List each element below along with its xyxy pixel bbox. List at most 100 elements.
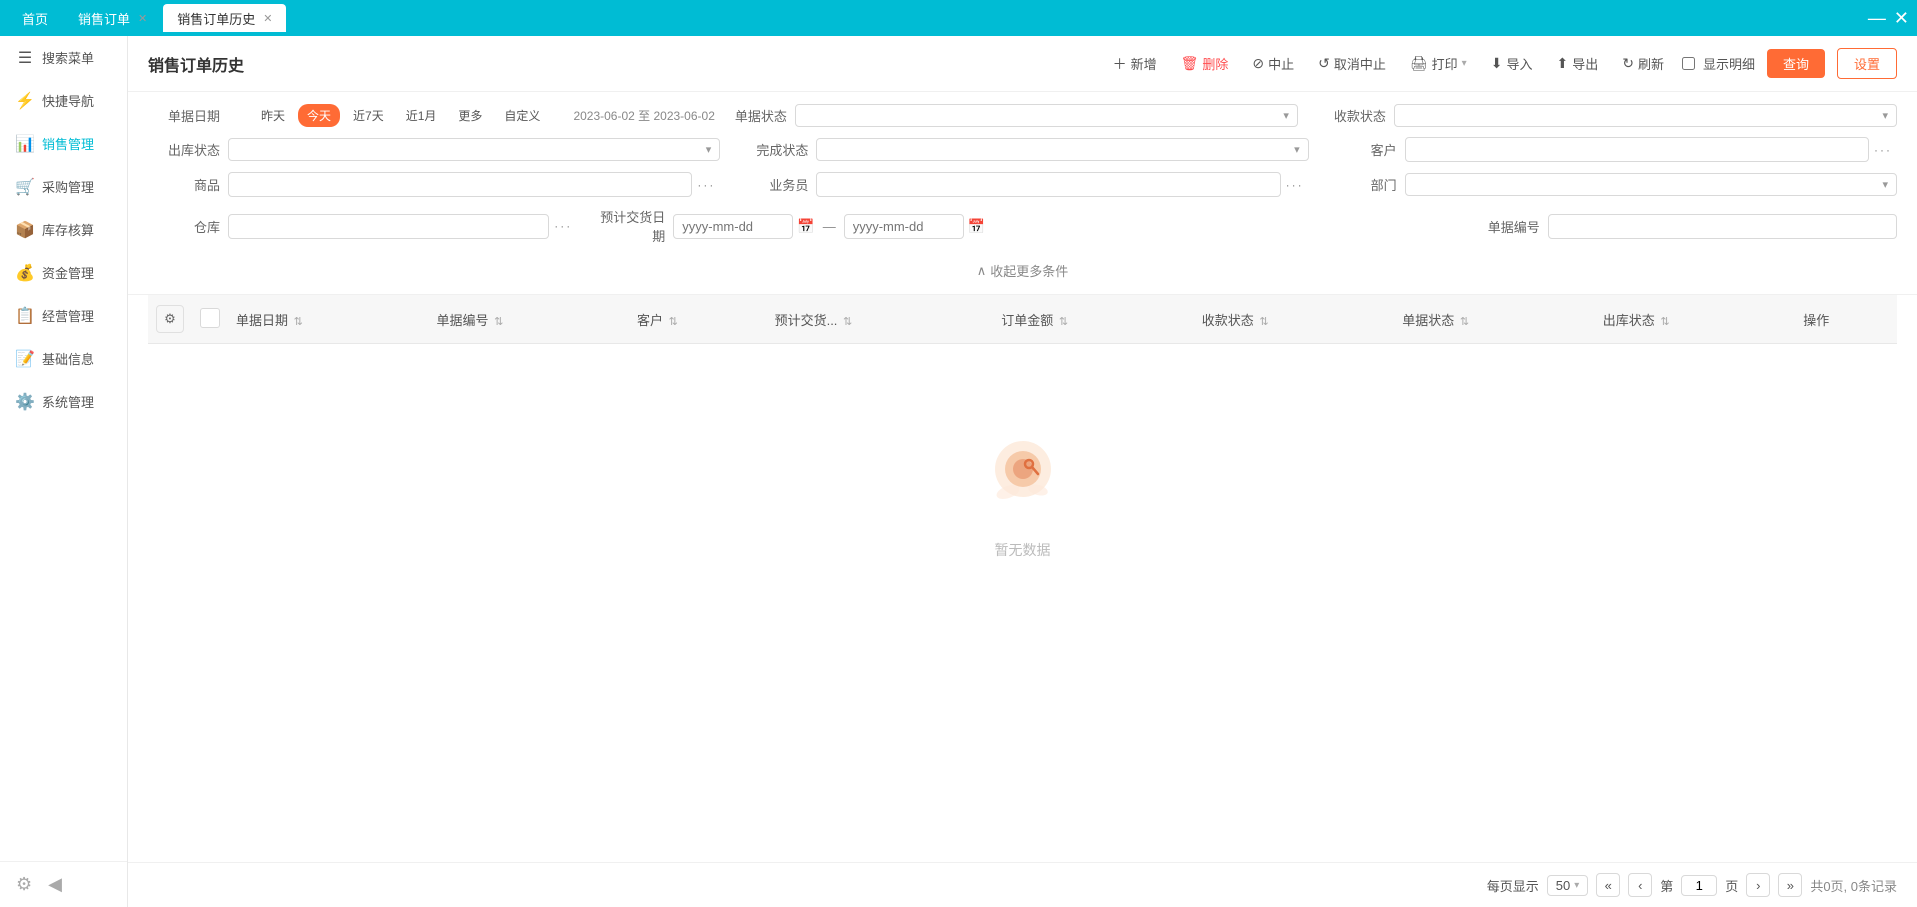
payment-status-select[interactable]: ▾ (1394, 104, 1897, 127)
th-bill-date[interactable]: 单据日期 ⇅ (228, 295, 429, 344)
th-stock-out-status[interactable]: 出库状态 ⇅ (1595, 295, 1796, 344)
import-icon: ⬇ (1491, 55, 1503, 72)
export-button[interactable]: ⬆ 导出 (1550, 50, 1604, 77)
import-button[interactable]: ⬇ 导入 (1485, 50, 1539, 77)
complete-status-label: 完成状态 (736, 140, 816, 159)
salesman-more-btn[interactable]: ··· (1281, 175, 1309, 195)
sidebar: ☰ 搜索菜单 ⚡ 快捷导航 📊 销售管理 🛒 采购管理 📦 库存核算 💰 资金管… (0, 36, 128, 907)
customer-input-wrap: ··· (1405, 137, 1897, 162)
select-all-checkbox[interactable] (200, 308, 220, 328)
date-custom-btn[interactable]: 自定义 (495, 104, 549, 127)
th-order-amount[interactable]: 订单金额 ⇅ (993, 295, 1194, 344)
date-last1m-btn[interactable]: 近1月 (397, 104, 446, 127)
date-yesterday-btn[interactable]: 昨天 (252, 104, 294, 127)
sidebar-item-search-menu[interactable]: ☰ 搜索菜单 (0, 36, 127, 79)
tab-home[interactable]: 首页 (8, 4, 62, 32)
sidebar-item-sales-mgmt[interactable]: 📊 销售管理 (0, 122, 127, 165)
query-button[interactable]: 查询 (1767, 49, 1825, 78)
sidebar-item-purchase-mgmt[interactable]: 🛒 采购管理 (0, 165, 127, 208)
expected-date-end[interactable] (844, 214, 964, 239)
sidebar-item-basic-info[interactable]: 📝 基础信息 (0, 337, 127, 380)
th-payment-status[interactable]: 收款状态 ⇅ (1194, 295, 1395, 344)
print-button[interactable]: 🖨 打印 ▾ (1404, 50, 1473, 77)
stop-button[interactable]: ⊘ 中止 (1246, 50, 1300, 77)
settings-button[interactable]: 设置 (1837, 48, 1897, 79)
table-settings-icon[interactable]: ⚙ (156, 305, 184, 333)
cancel-stop-button[interactable]: ↺ 取消中止 (1312, 50, 1392, 77)
next-page-button[interactable]: › (1746, 873, 1770, 897)
window-controls: — ✕ (1868, 8, 1909, 29)
bill-status-select[interactable]: ▾ (795, 104, 1298, 127)
sidebar-item-inventory-calc[interactable]: 📦 库存核算 (0, 208, 127, 251)
calendar-start-icon[interactable]: 📅 (797, 218, 814, 235)
expected-date-start[interactable] (673, 214, 793, 239)
tab-sales-order-history[interactable]: 销售订单历史 ✕ (163, 4, 286, 32)
sidebar-item-ops-mgmt[interactable]: 📋 经营管理 (0, 294, 127, 337)
warehouse-section: 仓库 ··· (148, 214, 577, 239)
bill-number-input[interactable] (1548, 214, 1897, 239)
sidebar-item-system-mgmt[interactable]: ⚙️ 系统管理 (0, 380, 127, 423)
warehouse-more-btn[interactable]: ··· (549, 216, 577, 236)
cancel-stop-icon: ↺ (1318, 55, 1330, 72)
search-menu-icon: ☰ (16, 49, 34, 67)
th-bill-status[interactable]: 单据状态 ⇅ (1394, 295, 1595, 344)
tab-sales-order[interactable]: 销售订单 ✕ (64, 4, 161, 32)
page-number-input[interactable] (1681, 875, 1717, 896)
display-cols-checkbox[interactable]: 显示明细 (1682, 54, 1755, 73)
date-more-btn[interactable]: 更多 (449, 104, 491, 127)
calendar-end-icon[interactable]: 📅 (968, 218, 985, 235)
th-customer[interactable]: 客户 ⇅ (629, 295, 767, 344)
warehouse-input[interactable] (228, 214, 549, 239)
page-size-arrow-icon: ▾ (1574, 880, 1579, 891)
sidebar-item-quick-nav[interactable]: ⚡ 快捷导航 (0, 79, 127, 122)
sort-order-amount-icon: ⇅ (1059, 316, 1068, 328)
export-icon: ⬆ (1556, 55, 1568, 72)
content-area: 销售订单历史 ＋ 新增 🗑 删除 ⊘ 中止 ↺ 取消中止 (128, 36, 1917, 907)
th-settings[interactable]: ⚙ (148, 295, 192, 344)
refresh-button[interactable]: ↻ 刷新 (1616, 50, 1670, 77)
date-dash: — (819, 219, 840, 234)
customer-more-btn[interactable]: ··· (1869, 140, 1897, 160)
system-mgmt-icon: ⚙️ (16, 393, 34, 411)
bill-status-section: 单据状态 ▾ (715, 104, 1298, 127)
first-page-button[interactable]: « (1596, 873, 1620, 897)
date-last7-btn[interactable]: 近7天 (344, 104, 393, 127)
payment-status-label: 收款状态 (1314, 106, 1394, 125)
display-cols-check-input[interactable] (1682, 57, 1695, 70)
product-more-btn[interactable]: ··· (692, 175, 720, 195)
window-close[interactable]: ✕ (1894, 8, 1909, 29)
expected-date-section: 预计交货日期 📅 — 📅 (593, 207, 1452, 245)
tab-sales-order-close[interactable]: ✕ (138, 12, 147, 25)
sidebar-collapse-icon[interactable]: ◀ (48, 874, 62, 895)
basic-info-icon: 📝 (16, 350, 34, 368)
complete-status-arrow-icon: ▾ (1294, 143, 1300, 156)
delete-icon: 🗑 (1181, 55, 1199, 72)
stock-out-label: 出库状态 (148, 140, 228, 159)
bill-status-label: 单据状态 (715, 106, 795, 125)
stock-out-arrow-icon: ▾ (706, 143, 712, 156)
last-page-button[interactable]: » (1778, 873, 1802, 897)
page-size-select[interactable]: 50 ▾ (1547, 875, 1589, 896)
salesman-input[interactable] (816, 172, 1280, 197)
th-bill-no[interactable]: 单据编号 ⇅ (429, 295, 630, 344)
th-expected-delivery[interactable]: 预计交货... ⇅ (767, 295, 994, 344)
sidebar-settings-icon[interactable]: ⚙ (16, 874, 32, 895)
department-select[interactable]: ▾ (1405, 173, 1897, 196)
collapse-more-btn[interactable]: ∧ 收起更多条件 (148, 255, 1897, 282)
complete-status-select[interactable]: ▾ (816, 138, 1308, 161)
new-button[interactable]: ＋ 新增 (1107, 50, 1163, 78)
tab-sales-order-history-close[interactable]: ✕ (263, 12, 272, 25)
sales-mgmt-icon: 📊 (16, 135, 34, 153)
sidebar-item-capital-mgmt[interactable]: 💰 资金管理 (0, 251, 127, 294)
date-today-btn[interactable]: 今天 (298, 104, 340, 127)
sort-bill-date-icon: ⇅ (294, 316, 303, 328)
prev-page-button[interactable]: ‹ (1628, 873, 1652, 897)
product-input[interactable] (228, 172, 692, 197)
stock-out-select[interactable]: ▾ (228, 138, 720, 161)
window-minimize[interactable]: — (1868, 8, 1886, 29)
customer-input[interactable] (1405, 137, 1869, 162)
total-info: 共0页, 0条记录 (1810, 876, 1897, 895)
customer-label: 客户 (1325, 140, 1405, 159)
delete-button[interactable]: 🗑 删除 (1175, 50, 1235, 77)
sort-bill-status-icon: ⇅ (1460, 316, 1469, 328)
